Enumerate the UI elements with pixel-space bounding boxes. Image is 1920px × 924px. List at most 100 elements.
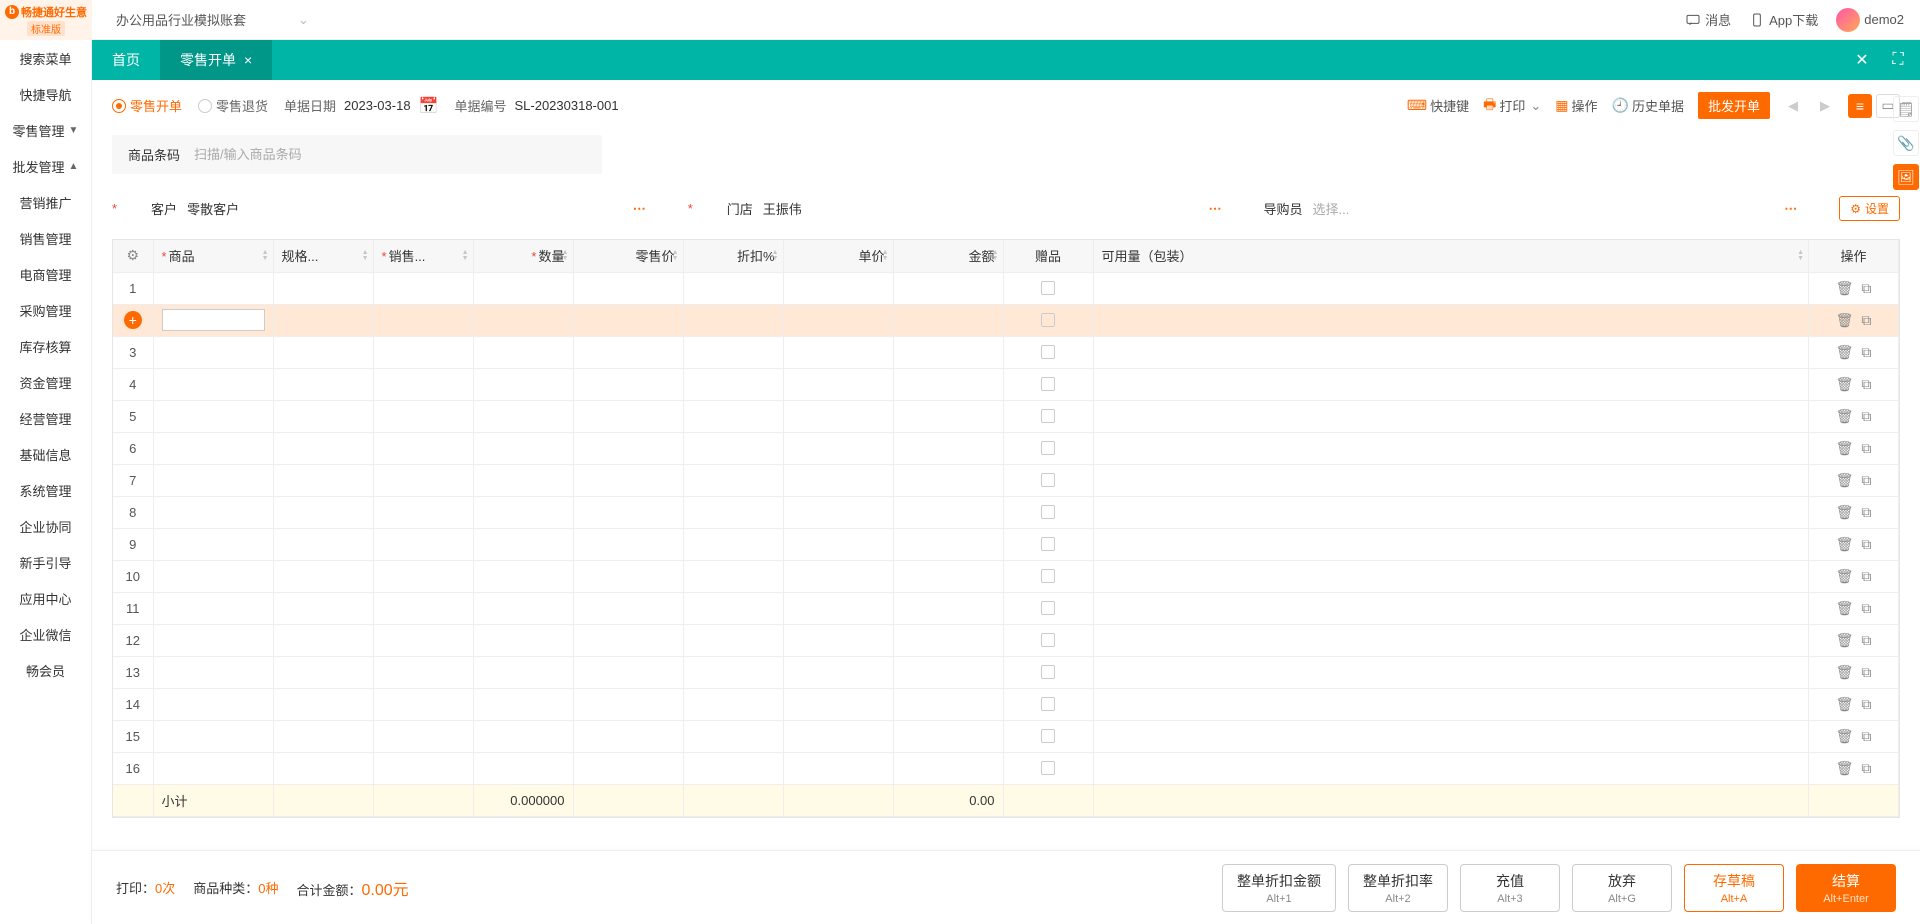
gift-checkbox[interactable]: [1041, 409, 1055, 423]
tab-close-all-button[interactable]: ✕: [1848, 46, 1876, 74]
copy-icon[interactable]: ⧉: [1861, 696, 1871, 712]
sidebar-item[interactable]: 经营管理: [0, 400, 91, 436]
gift-checkbox[interactable]: [1041, 377, 1055, 391]
copy-icon[interactable]: ⧉: [1861, 632, 1871, 648]
gift-checkbox[interactable]: [1041, 505, 1055, 519]
sidebar-item[interactable]: 资金管理: [0, 364, 91, 400]
view-list-button[interactable]: ≡: [1848, 94, 1872, 118]
table-row[interactable]: 16🗑⧉: [113, 752, 1899, 784]
table-row[interactable]: 13🗑⧉: [113, 656, 1899, 688]
fullscreen-button[interactable]: ⛶: [1884, 46, 1912, 74]
account-selector[interactable]: 办公用品行业模拟账套 ⌄: [116, 10, 309, 29]
sidebar-item[interactable]: 电商管理: [0, 256, 91, 292]
col-avail[interactable]: 可用量（包装）▲▼: [1093, 240, 1809, 272]
col-discount[interactable]: 折扣%▲▼: [683, 240, 783, 272]
col-qty[interactable]: *数量▲▼: [473, 240, 573, 272]
col-amount[interactable]: 金额▲▼: [893, 240, 1003, 272]
tab[interactable]: 首页: [92, 40, 160, 80]
user-menu[interactable]: demo2: [1836, 8, 1904, 32]
delete-icon[interactable]: 🗑: [1836, 440, 1854, 456]
next-button[interactable]: ▶: [1816, 96, 1834, 116]
copy-icon[interactable]: ⧉: [1861, 344, 1871, 360]
gift-checkbox[interactable]: [1041, 633, 1055, 647]
delete-icon[interactable]: 🗑: [1836, 312, 1854, 328]
gift-checkbox[interactable]: [1041, 345, 1055, 359]
gift-checkbox[interactable]: [1041, 441, 1055, 455]
col-retail-price[interactable]: 零售价▲▼: [573, 240, 683, 272]
delete-icon[interactable]: 🗑: [1836, 632, 1854, 648]
date-value[interactable]: 2023-03-18: [344, 98, 411, 113]
delete-icon[interactable]: 🗑: [1836, 280, 1854, 296]
gift-checkbox[interactable]: [1041, 473, 1055, 487]
copy-icon[interactable]: ⧉: [1861, 600, 1871, 616]
table-row[interactable]: 9🗑⧉: [113, 528, 1899, 560]
gift-checkbox[interactable]: [1041, 665, 1055, 679]
delete-icon[interactable]: 🗑: [1836, 376, 1854, 392]
delete-icon[interactable]: 🗑: [1836, 472, 1854, 488]
delete-icon[interactable]: 🗑: [1836, 408, 1854, 424]
table-row[interactable]: 10🗑⧉: [113, 560, 1899, 592]
footer-action-button[interactable]: 放弃Alt+G: [1572, 864, 1672, 912]
gift-checkbox[interactable]: [1041, 761, 1055, 775]
sidebar-item[interactable]: 销售管理: [0, 220, 91, 256]
batch-open-button[interactable]: 批发开单: [1698, 92, 1770, 119]
more-icon[interactable]: ⋯: [633, 201, 648, 217]
sidebar-item[interactable]: 企业微信: [0, 616, 91, 652]
footer-action-button[interactable]: 结算Alt+Enter: [1796, 864, 1896, 912]
table-row[interactable]: 8🗑⧉: [113, 496, 1899, 528]
delete-icon[interactable]: 🗑: [1836, 600, 1854, 616]
table-row[interactable]: 14🗑⧉: [113, 688, 1899, 720]
attachment-widget-button[interactable]: 📎: [1893, 130, 1919, 156]
sidebar-item[interactable]: 新手引导: [0, 544, 91, 580]
copy-icon[interactable]: ⧉: [1861, 440, 1871, 456]
print-button[interactable]: 🖶打印⌄: [1483, 94, 1541, 118]
copy-icon[interactable]: ⧉: [1861, 664, 1871, 680]
gift-checkbox[interactable]: [1041, 601, 1055, 615]
col-unit-price[interactable]: 单价▲▼: [783, 240, 893, 272]
copy-icon[interactable]: ⧉: [1861, 472, 1871, 488]
settings-button[interactable]: ⚙ 设置: [1839, 196, 1900, 221]
sidebar-item[interactable]: 应用中心: [0, 580, 91, 616]
copy-icon[interactable]: ⧉: [1861, 280, 1871, 296]
gift-checkbox[interactable]: [1041, 729, 1055, 743]
operate-button[interactable]: ▦操作: [1555, 96, 1597, 115]
footer-action-button[interactable]: 充值Alt+3: [1460, 864, 1560, 912]
product-cell-input[interactable]: [162, 309, 265, 331]
image-widget-button[interactable]: 🖼: [1893, 164, 1919, 190]
copy-icon[interactable]: ⧉: [1861, 760, 1871, 776]
app-download-button[interactable]: App下载: [1749, 10, 1818, 29]
guide-field[interactable]: 导购员 选择... ⋯: [1263, 197, 1799, 220]
copy-icon[interactable]: ⧉: [1861, 536, 1871, 552]
col-gift[interactable]: 赠品: [1003, 240, 1093, 272]
mode-retail-open-radio[interactable]: 零售开单: [112, 96, 182, 115]
history-button[interactable]: 🕘历史单据: [1612, 96, 1684, 115]
sidebar-item[interactable]: 搜索菜单: [0, 40, 91, 76]
tab[interactable]: 零售开单×: [160, 40, 272, 80]
delete-icon[interactable]: 🗑: [1836, 504, 1854, 520]
footer-action-button[interactable]: 存草稿Alt+A: [1684, 864, 1784, 912]
delete-icon[interactable]: 🗑: [1836, 696, 1854, 712]
col-spec[interactable]: 规格...▲▼: [273, 240, 373, 272]
store-field[interactable]: * 门店 王振伟 ⋯: [688, 197, 1224, 220]
delete-icon[interactable]: 🗑: [1836, 728, 1854, 744]
gift-checkbox[interactable]: [1041, 569, 1055, 583]
table-row[interactable]: 3🗑⧉: [113, 336, 1899, 368]
copy-icon[interactable]: ⧉: [1861, 376, 1871, 392]
more-icon[interactable]: ⋯: [1784, 201, 1799, 217]
barcode-input[interactable]: [194, 147, 586, 162]
copy-icon[interactable]: ⧉: [1861, 312, 1871, 328]
sidebar-item[interactable]: 企业协同: [0, 508, 91, 544]
sidebar-item[interactable]: 零售管理▼: [0, 112, 91, 148]
gift-checkbox[interactable]: [1041, 537, 1055, 551]
sidebar-item[interactable]: 营销推广: [0, 184, 91, 220]
gift-checkbox[interactable]: [1041, 697, 1055, 711]
add-row-button[interactable]: +: [124, 311, 142, 329]
copy-icon[interactable]: ⧉: [1861, 504, 1871, 520]
shortcut-button[interactable]: ⌨快捷键: [1407, 96, 1469, 115]
messages-button[interactable]: 消息: [1685, 10, 1731, 29]
gift-checkbox[interactable]: [1041, 313, 1055, 327]
more-icon[interactable]: ⋯: [1208, 201, 1223, 217]
table-row[interactable]: + 🗑 ⧉: [113, 304, 1899, 336]
copy-icon[interactable]: ⧉: [1861, 568, 1871, 584]
copy-icon[interactable]: ⧉: [1861, 728, 1871, 744]
